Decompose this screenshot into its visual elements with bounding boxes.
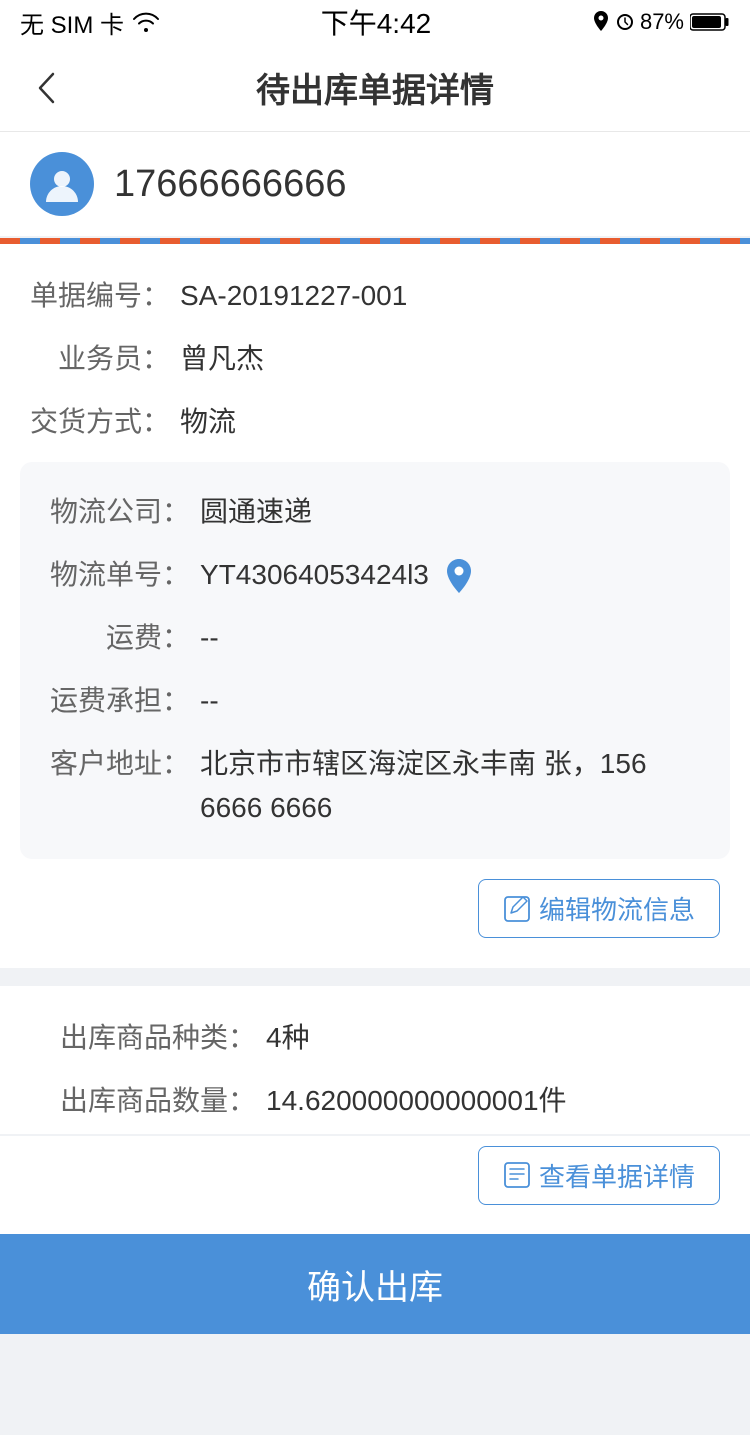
freight-bearer-label: 运费承担： xyxy=(50,679,190,724)
tracking-location-icon[interactable] xyxy=(441,558,477,594)
page-title: 待出库单据详情 xyxy=(256,63,494,112)
basic-info-section: 单据编号： SA-20191227-001 业务员： 曾凡杰 交货方式： 物流 … xyxy=(0,244,750,968)
status-bar: 无 SIM 卡 下午4:42 87% xyxy=(0,0,750,44)
outbound-stats-section: 出库商品种类： 4种 出库商品数量： 14.620000000000001件 xyxy=(0,986,750,1134)
freight-value: -- xyxy=(200,616,700,661)
order-number-row: 单据编号： SA-20191227-001 xyxy=(0,274,750,319)
customer-address-label: 客户地址： xyxy=(50,742,190,787)
location-active-icon xyxy=(592,11,610,33)
outbound-types-value: 4种 xyxy=(266,1016,690,1061)
customer-address-row: 客户地址： 北京市市辖区海淀区永丰南 张，156 6666 6666 xyxy=(50,742,700,832)
battery-icon xyxy=(690,12,730,32)
delivery-method-value: 物流 xyxy=(180,400,720,445)
view-details-button[interactable]: 查看单据详情 xyxy=(478,1146,720,1205)
outbound-quantity-label: 出库商品数量： xyxy=(60,1079,256,1124)
customer-header: 17666666666 xyxy=(0,132,750,236)
view-details-label: 查看单据详情 xyxy=(539,1157,695,1194)
salesman-value: 曾凡杰 xyxy=(180,337,720,382)
logistics-company-row: 物流公司： 圆通速递 xyxy=(50,490,700,535)
confirm-outbound-bar[interactable]: 确认出库 xyxy=(0,1234,750,1334)
status-left: 无 SIM 卡 xyxy=(20,5,160,40)
outbound-types-row: 出库商品种类： 4种 xyxy=(30,1016,720,1061)
tracking-label: 物流单号： xyxy=(50,553,190,598)
freight-label: 运费： xyxy=(50,616,190,661)
salesman-row: 业务员： 曾凡杰 xyxy=(0,337,750,382)
customer-address-value: 北京市市辖区海淀区永丰南 张，156 6666 6666 xyxy=(200,742,700,832)
alarm-icon xyxy=(616,11,634,33)
status-time: 下午4:42 xyxy=(321,2,432,42)
logistics-company-label: 物流公司： xyxy=(50,490,190,535)
delivery-method-row: 交货方式： 物流 xyxy=(0,400,750,445)
logistics-card: 物流公司： 圆通速递 物流单号： YT43064053424l3 运费： -- … xyxy=(20,462,730,859)
outbound-quantity-row: 出库商品数量： 14.620000000000001件 xyxy=(30,1079,720,1124)
freight-bearer-row: 运费承担： -- xyxy=(50,679,700,724)
edit-logistics-container: 编辑物流信息 xyxy=(0,859,750,948)
edit-logistics-label: 编辑物流信息 xyxy=(539,890,695,927)
freight-row: 运费： -- xyxy=(50,616,700,661)
delivery-method-label: 交货方式： xyxy=(30,400,170,445)
wifi-icon xyxy=(132,12,160,32)
back-button[interactable] xyxy=(24,66,68,110)
edit-logistics-button[interactable]: 编辑物流信息 xyxy=(478,879,720,938)
tracking-value: YT43064053424l3 xyxy=(200,553,700,598)
outbound-quantity-value: 14.620000000000001件 xyxy=(266,1079,690,1124)
view-details-container: 查看单据详情 xyxy=(0,1136,750,1235)
order-number-value: SA-20191227-001 xyxy=(180,274,720,319)
salesman-label: 业务员： xyxy=(30,337,170,382)
logistics-company-value: 圆通速递 xyxy=(200,490,700,535)
freight-bearer-value: -- xyxy=(200,679,700,724)
outbound-types-label: 出库商品种类： xyxy=(60,1016,256,1061)
nav-bar: 待出库单据详情 xyxy=(0,44,750,132)
tracking-number-row: 物流单号： YT43064053424l3 xyxy=(50,553,700,598)
confirm-outbound-label: 确认出库 xyxy=(307,1260,443,1309)
battery-text: 87% xyxy=(640,9,684,35)
gray-divider-1 xyxy=(0,970,750,986)
carrier-text: 无 SIM 卡 xyxy=(20,5,124,40)
avatar xyxy=(30,152,94,216)
status-right: 87% xyxy=(592,9,730,35)
customer-phone: 17666666666 xyxy=(114,163,346,206)
order-number-label: 单据编号： xyxy=(30,274,170,319)
